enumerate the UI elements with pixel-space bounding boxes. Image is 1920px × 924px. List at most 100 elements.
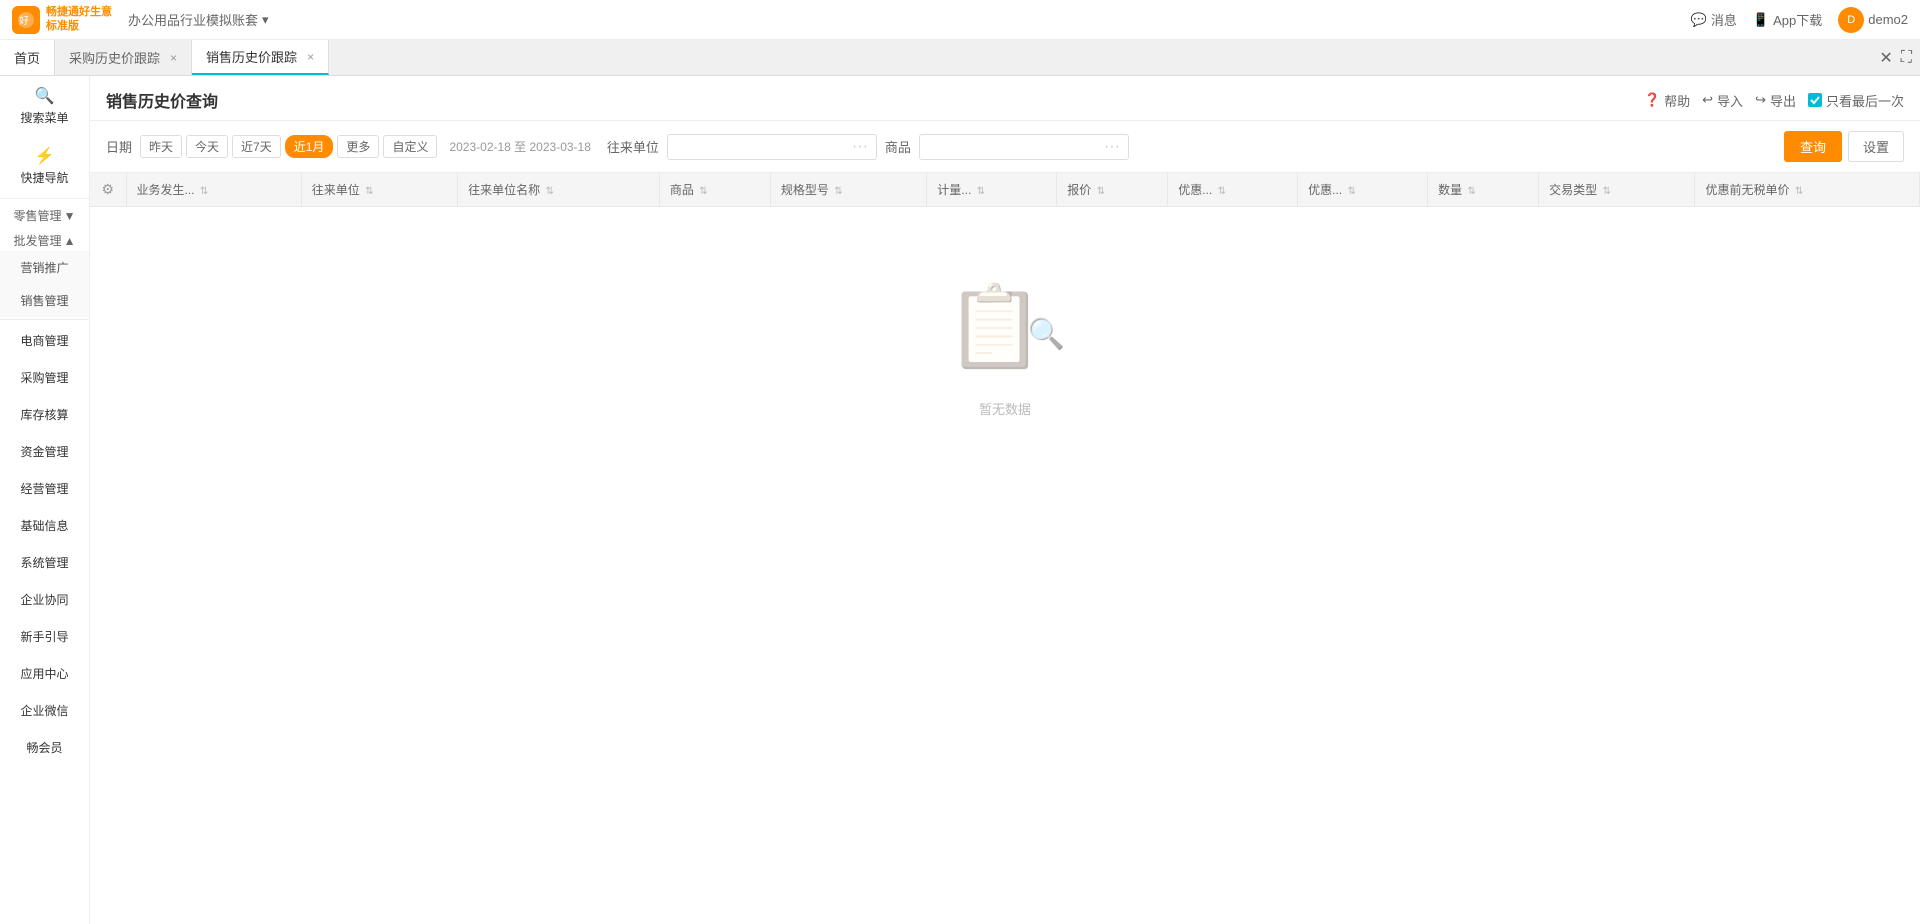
tabbar: 首页 采购历史价跟踪 × 销售历史价跟踪 × ✕ ⛶ — [0, 40, 1920, 76]
page-header: 销售历史价查询 ❓ 帮助 ↩ 导入 ↪ 导出 只看 — [90, 76, 1920, 121]
product-input[interactable] — [928, 139, 1104, 154]
fullscreen-btn[interactable]: ⛶ — [1901, 49, 1912, 67]
enterprise-label: 企业协同 — [20, 591, 68, 608]
sidebar-item-app-center[interactable]: 应用中心 — [0, 655, 89, 692]
date-btn-7days[interactable]: 近7天 — [232, 135, 281, 158]
sidebar-item-guide[interactable]: 新手引导 — [0, 618, 89, 655]
only-last-label: 只看最后一次 — [1826, 91, 1904, 110]
date-btn-custom[interactable]: 自定义 — [383, 135, 437, 158]
date-btn-more[interactable]: 更多 — [337, 135, 379, 158]
sort-quote[interactable]: ⇅ — [1097, 186, 1105, 197]
settings-btn[interactable]: 设置 — [1848, 131, 1904, 162]
sidebar-item-marketing[interactable]: 营销推广 — [0, 251, 89, 284]
data-table: ⚙ 业务发生... ⇅ 往来单位 ⇅ 往来单位名称 ⇅ — [90, 173, 1920, 207]
th-pre-tax: 优惠前无税单价 ⇅ — [1695, 173, 1920, 207]
table-settings-icon[interactable]: ⚙ — [101, 181, 114, 197]
phone-icon: 📱 — [1753, 12, 1769, 28]
search-icon: 🔍 — [35, 86, 55, 106]
sort-discount1[interactable]: ⇅ — [1218, 186, 1226, 197]
date-btn-yesterday[interactable]: 昨天 — [140, 135, 182, 158]
divider-2 — [0, 319, 89, 320]
sidebar-item-wholesale[interactable]: 批发管理 ▲ — [0, 226, 89, 251]
sort-pre-tax[interactable]: ⇅ — [1795, 186, 1803, 197]
logo-area: 好 畅捷通好生意 标准版 — [12, 6, 112, 34]
retail-label: 零售管理 — [14, 207, 62, 224]
from-unit-input[interactable] — [676, 139, 852, 154]
sidebar-item-inventory[interactable]: 库存核算 — [0, 396, 89, 433]
filter-inputs: 往来单位 ··· 商品 ··· — [607, 134, 1768, 160]
date-btn-1month[interactable]: 近1月 — [285, 135, 334, 158]
only-last-checkbox[interactable] — [1808, 93, 1822, 107]
svg-text:好: 好 — [19, 15, 29, 27]
th-unit-code: 往来单位 ⇅ — [301, 173, 457, 207]
th-unit: 计量... ⇅ — [927, 173, 1057, 207]
from-unit-label: 往来单位 — [607, 137, 659, 156]
wechat-label: 企业微信 — [20, 702, 68, 719]
date-label: 日期 — [106, 137, 132, 156]
message-label: 消息 — [1711, 10, 1737, 29]
close-purchase-tab[interactable]: × — [170, 51, 177, 65]
th-settings: ⚙ — [90, 173, 126, 207]
user-profile[interactable]: D demo2 — [1838, 7, 1908, 33]
shortcut-label: 快捷导航 — [20, 169, 68, 186]
th-discount2: 优惠... ⇅ — [1298, 173, 1428, 207]
sort-discount2[interactable]: ⇅ — [1348, 186, 1356, 197]
sidebar-item-finance[interactable]: 资金管理 — [0, 433, 89, 470]
date-range-display: 2023-02-18 至 2023-03-18 — [449, 138, 590, 155]
sort-unit-name[interactable]: ⇅ — [546, 186, 554, 197]
purchase-label: 采购管理 — [20, 369, 68, 386]
sidebar-item-operations[interactable]: 经营管理 — [0, 470, 89, 507]
topbar: 好 畅捷通好生意 标准版 办公用品行业模拟账套 ▾ 💬 消息 📱 App下载 D… — [0, 0, 1920, 40]
from-unit-input-wrap: ··· — [667, 134, 877, 160]
from-unit-dots[interactable]: ··· — [852, 138, 868, 156]
sort-spec[interactable]: ⇅ — [834, 186, 842, 197]
tab-purchase-history[interactable]: 采购历史价跟踪 × — [55, 40, 192, 75]
tab-sales-history[interactable]: 销售历史价跟踪 × — [192, 40, 329, 75]
sort-quantity[interactable]: ⇅ — [1467, 186, 1475, 197]
sidebar-item-enterprise[interactable]: 企业协同 — [0, 581, 89, 618]
sidebar-item-ecommerce[interactable]: 电商管理 — [0, 322, 89, 359]
import-btn[interactable]: ↩ 导入 — [1702, 91, 1743, 110]
logo-text: 畅捷通好生意 标准版 — [46, 6, 112, 32]
sidebar-item-vip[interactable]: 畅会员 — [0, 729, 89, 766]
sidebar-item-wechat[interactable]: 企业微信 — [0, 692, 89, 729]
sidebar-item-basic-info[interactable]: 基础信息 — [0, 507, 89, 544]
sidebar-item-retail[interactable]: 零售管理 ▼ — [0, 201, 89, 226]
message-btn[interactable]: 💬 消息 — [1691, 10, 1737, 29]
th-quote: 报价 ⇅ — [1057, 173, 1168, 207]
message-icon: 💬 — [1691, 12, 1707, 28]
sidebar-item-shortcut[interactable]: ⚡ 快捷导航 — [0, 136, 89, 196]
query-btn[interactable]: 查询 — [1784, 131, 1842, 162]
sort-unit[interactable]: ⇅ — [977, 186, 985, 197]
th-discount1: 优惠... ⇅ — [1168, 173, 1298, 207]
export-label: 导出 — [1770, 91, 1796, 110]
close-sales-tab[interactable]: × — [307, 50, 314, 64]
export-btn[interactable]: ↪ 导出 — [1755, 91, 1796, 110]
sort-trade-type[interactable]: ⇅ — [1602, 186, 1610, 197]
sidebar-item-purchase[interactable]: 采购管理 — [0, 359, 89, 396]
th-quantity: 数量 ⇅ — [1428, 173, 1539, 207]
empty-icon: 📋 🔍 — [945, 287, 1065, 387]
app-download-btn[interactable]: 📱 App下载 — [1753, 10, 1822, 29]
only-last-checkbox-area[interactable]: 只看最后一次 — [1808, 91, 1904, 110]
home-tab-label: 首页 — [14, 48, 40, 67]
empty-state: 📋 🔍 暂无数据 — [90, 207, 1920, 498]
date-btn-today[interactable]: 今天 — [186, 135, 228, 158]
sort-product[interactable]: ⇅ — [699, 186, 707, 197]
app-selector[interactable]: 办公用品行业模拟账套 ▾ — [120, 10, 277, 29]
finance-label: 资金管理 — [20, 443, 68, 460]
tab-home[interactable]: 首页 — [0, 40, 55, 75]
sort-unit-code[interactable]: ⇅ — [365, 186, 373, 197]
help-btn[interactable]: ❓ 帮助 — [1644, 91, 1690, 110]
sidebar-item-search[interactable]: 🔍 搜索菜单 — [0, 76, 89, 136]
sidebar-item-sales-mgmt[interactable]: 销售管理 — [0, 284, 89, 317]
sort-biz-date[interactable]: ⇅ — [200, 186, 208, 197]
sidebar-item-system[interactable]: 系统管理 — [0, 544, 89, 581]
ecommerce-label: 电商管理 — [20, 332, 68, 349]
sidebar-sub-wholesale: 营销推广 销售管理 — [0, 251, 89, 317]
th-unit-name: 往来单位名称 ⇅ — [458, 173, 660, 207]
product-label: 商品 — [885, 137, 911, 156]
product-dots[interactable]: ··· — [1104, 138, 1120, 156]
close-window-btn[interactable]: ✕ — [1879, 48, 1892, 68]
shortcut-icon: ⚡ — [35, 146, 55, 166]
